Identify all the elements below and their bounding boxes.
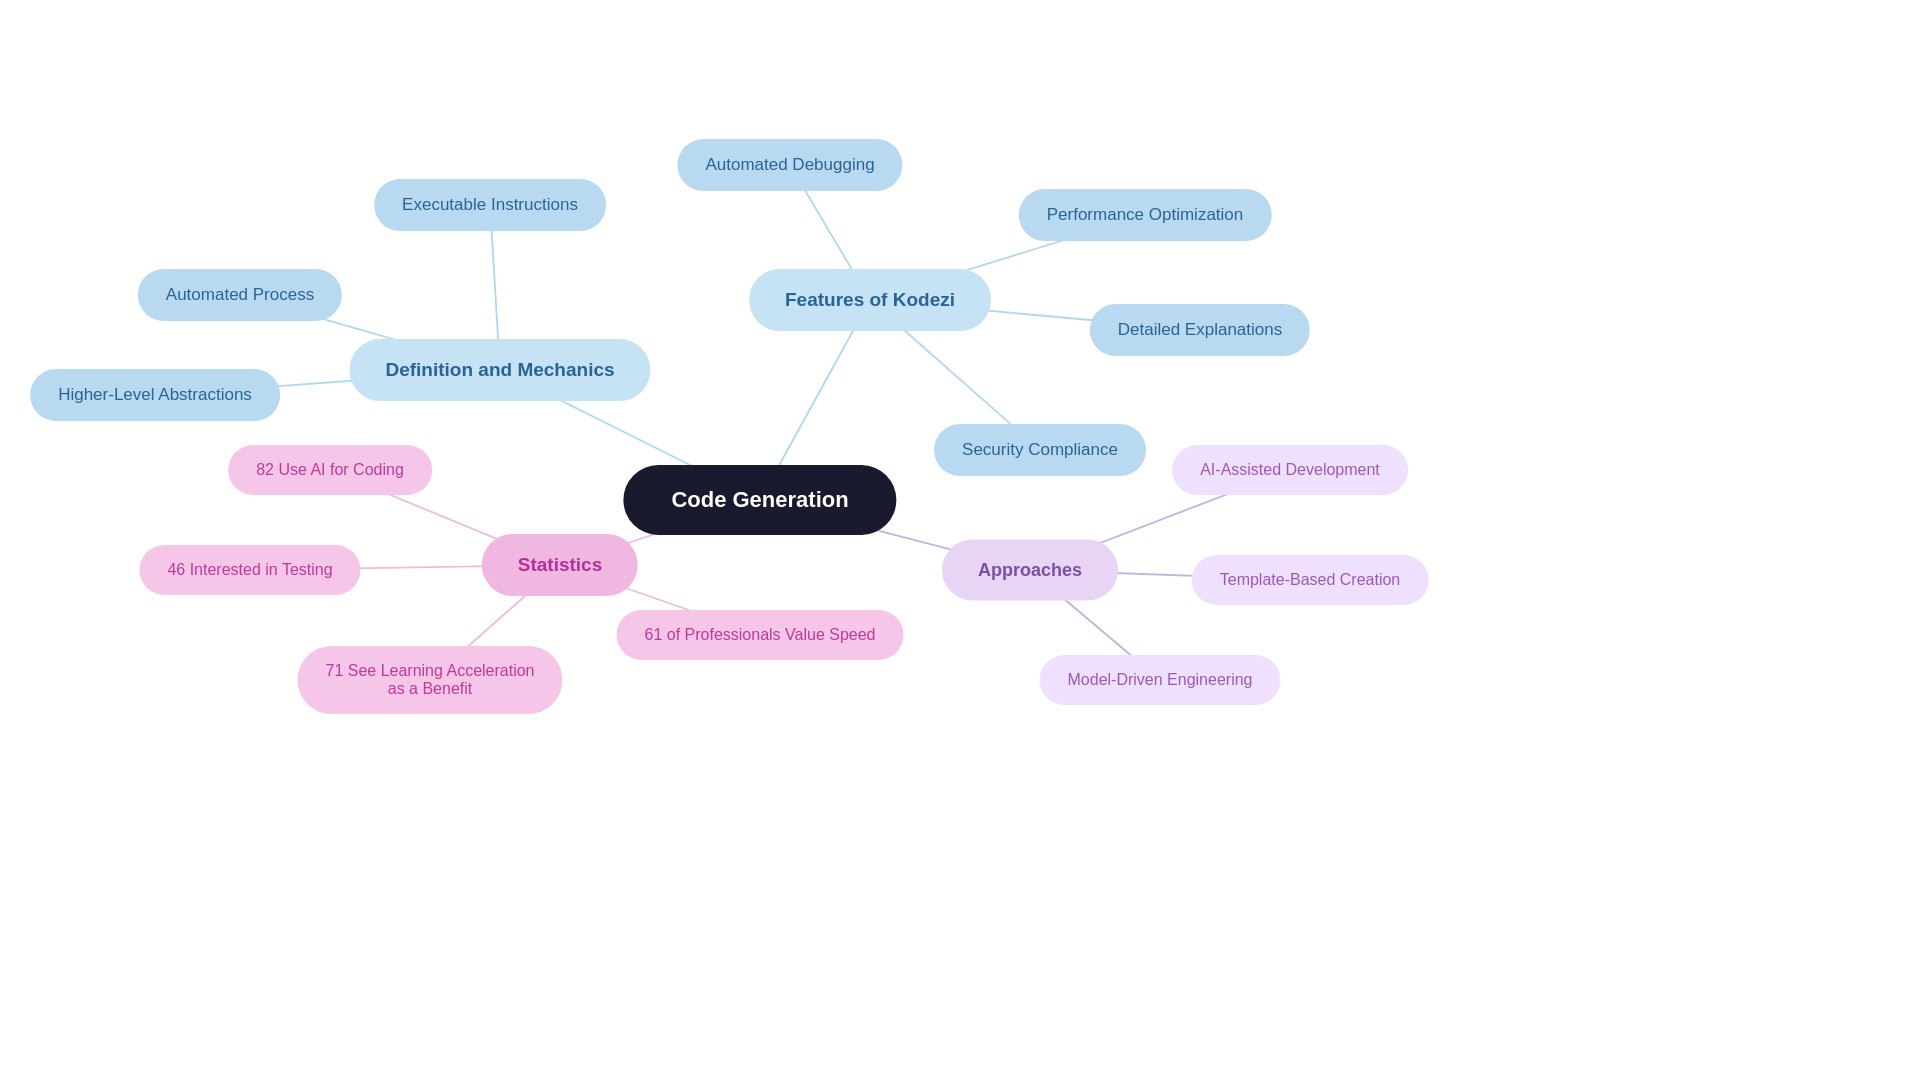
node-features-kodezi[interactable]: Features of Kodezi [749, 269, 991, 331]
node-security-compliance[interactable]: Security Compliance [934, 424, 1146, 476]
node-approaches[interactable]: Approaches [942, 540, 1118, 601]
node-performance-optimization[interactable]: Performance Optimization [1019, 189, 1272, 241]
node-learning-acceleration[interactable]: 71 See Learning Acceleration as a Benefi… [297, 646, 562, 714]
node-detailed-explanations[interactable]: Detailed Explanations [1090, 304, 1310, 356]
node-professionals-value-speed[interactable]: 61 of Professionals Value Speed [617, 610, 904, 660]
mindmap-container: Code GenerationDefinition and MechanicsA… [0, 0, 1920, 1083]
node-code-generation[interactable]: Code Generation [623, 465, 896, 535]
node-executable-instructions[interactable]: Executable Instructions [374, 179, 606, 231]
node-automated-process[interactable]: Automated Process [138, 269, 342, 321]
node-model-driven[interactable]: Model-Driven Engineering [1040, 655, 1281, 705]
node-automated-debugging[interactable]: Automated Debugging [677, 139, 902, 191]
node-use-ai-coding[interactable]: 82 Use AI for Coding [228, 445, 432, 495]
node-template-based[interactable]: Template-Based Creation [1192, 555, 1429, 605]
node-definition-mechanics[interactable]: Definition and Mechanics [349, 339, 650, 401]
node-ai-assisted[interactable]: AI-Assisted Development [1172, 445, 1408, 495]
node-higher-level-abstractions[interactable]: Higher-Level Abstractions [30, 369, 280, 421]
node-statistics[interactable]: Statistics [482, 534, 638, 596]
node-interested-testing[interactable]: 46 Interested in Testing [139, 545, 360, 595]
